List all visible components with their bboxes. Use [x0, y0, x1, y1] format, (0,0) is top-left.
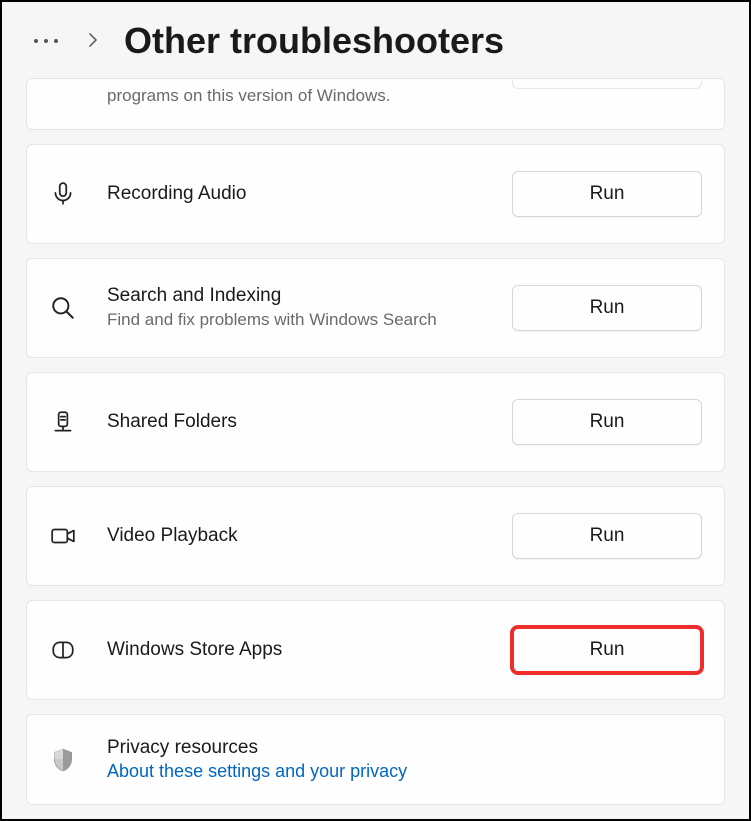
search-icon [49, 295, 77, 321]
run-button[interactable]: Run [512, 627, 702, 673]
mic-icon [49, 181, 77, 207]
more-icon[interactable] [34, 39, 58, 43]
item-subtitle: Find and fix problems with Windows Searc… [107, 309, 482, 331]
item-title: Video Playback [107, 525, 482, 547]
privacy-title: Privacy resources [107, 737, 702, 759]
item-title: Search and Indexing [107, 285, 482, 307]
store-apps-icon [49, 637, 77, 663]
shield-icon [49, 747, 77, 773]
troubleshooter-item-partial: programs on this version of Windows. [26, 78, 725, 130]
troubleshooter-item-video: Video Playback Run [26, 486, 725, 586]
run-button-partial[interactable] [512, 79, 702, 89]
video-icon [49, 523, 77, 549]
page-title: Other troubleshooters [124, 20, 504, 62]
run-button[interactable]: Run [512, 285, 702, 331]
item-subtitle: programs on this version of Windows. [107, 85, 482, 107]
privacy-resources-card: Privacy resources About these settings a… [26, 714, 725, 805]
troubleshooter-item-search: Search and Indexing Find and fix problem… [26, 258, 725, 358]
troubleshooter-list: programs on this version of Windows. Rec… [2, 70, 749, 821]
run-button[interactable]: Run [512, 171, 702, 217]
shared-folder-icon [49, 409, 77, 435]
breadcrumb-header: Other troubleshooters [2, 2, 749, 70]
privacy-link[interactable]: About these settings and your privacy [107, 761, 702, 782]
run-button[interactable]: Run [512, 399, 702, 445]
item-title: Windows Store Apps [107, 639, 482, 661]
chevron-right-icon [86, 31, 100, 52]
troubleshooter-item-recording-audio: Recording Audio Run [26, 144, 725, 244]
run-button[interactable]: Run [512, 513, 702, 559]
item-title: Shared Folders [107, 411, 482, 433]
troubleshooter-item-shared-folders: Shared Folders Run [26, 372, 725, 472]
item-title: Recording Audio [107, 183, 482, 205]
troubleshooter-item-store-apps: Windows Store Apps Run [26, 600, 725, 700]
